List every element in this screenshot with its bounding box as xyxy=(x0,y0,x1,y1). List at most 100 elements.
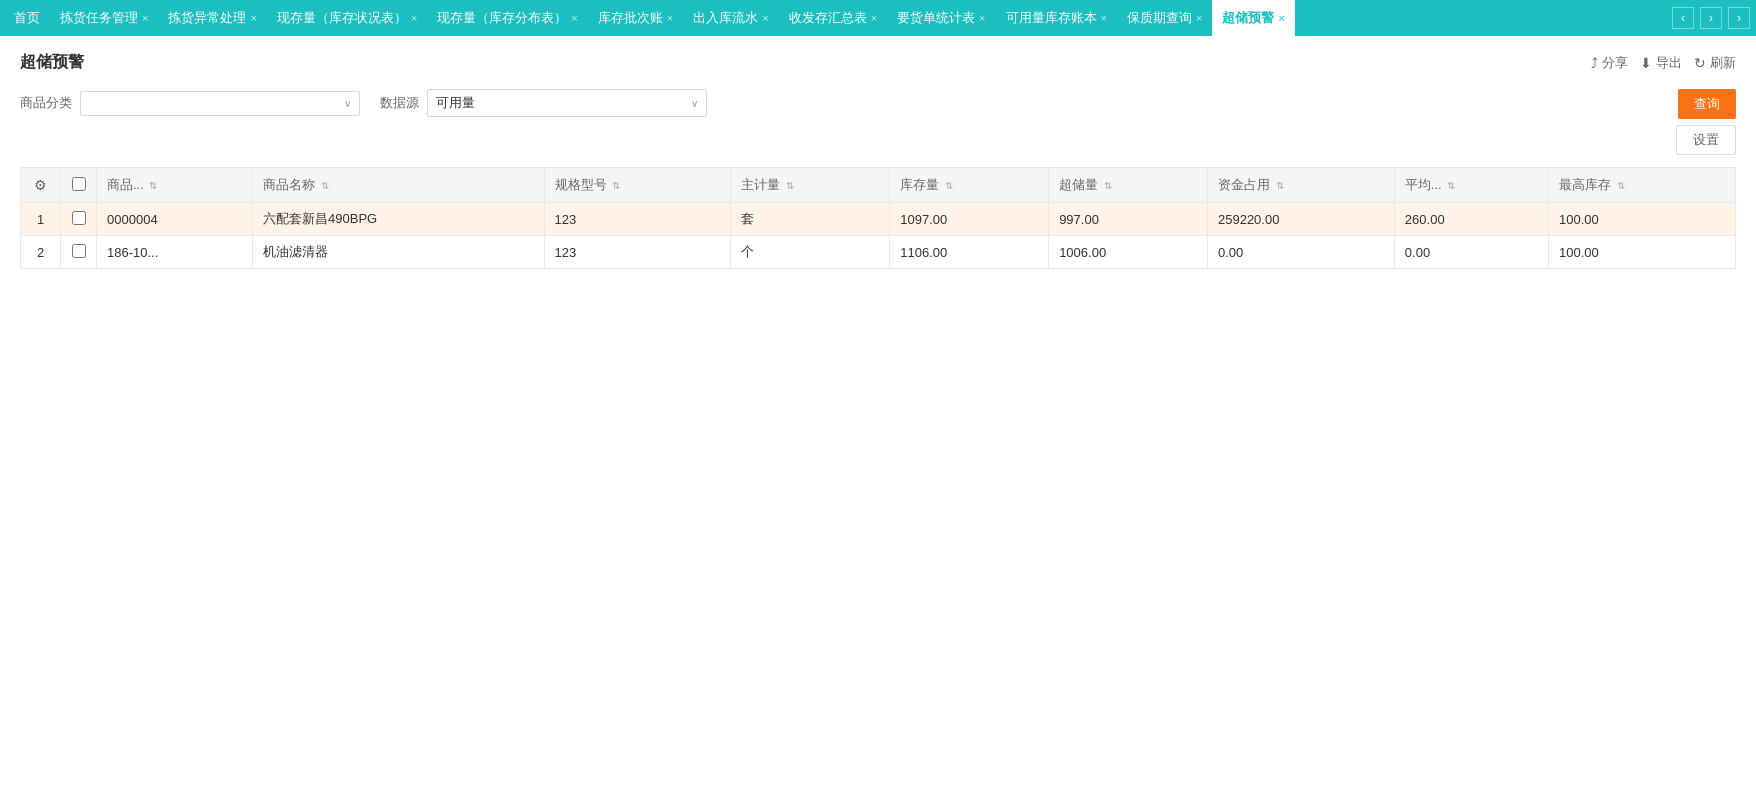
share-icon: ⤴ xyxy=(1591,55,1598,71)
th-product-name[interactable]: 商品名称 ⇅ xyxy=(253,168,545,203)
th-stock-label: 库存量 xyxy=(900,177,939,192)
close-tab-9[interactable]: × xyxy=(1101,12,1107,24)
cell-over-stock: 1006.00 xyxy=(1049,236,1208,269)
th-max-stock[interactable]: 最高库存 ⇅ xyxy=(1549,168,1736,203)
table-header: ⚙ 商品... ⇅ 商品名称 ⇅ 规格型号 ⇅ 主计量 xyxy=(21,168,1736,203)
close-tab-5[interactable]: × xyxy=(667,12,673,24)
th-spec-label: 规格型号 xyxy=(555,177,607,192)
th-settings[interactable]: ⚙ xyxy=(21,168,61,203)
th-avg[interactable]: 平均... ⇅ xyxy=(1394,168,1548,203)
cell-avg: 260.00 xyxy=(1394,203,1548,236)
sort-product-name-icon: ⇅ xyxy=(321,180,329,191)
row-checkbox-0[interactable] xyxy=(72,211,86,225)
share-button[interactable]: ⤴ 分享 xyxy=(1591,54,1628,72)
page-title: 超储预警 xyxy=(20,52,84,73)
nav-tab-10[interactable]: 保质期查询 × xyxy=(1117,0,1212,36)
sort-capital-icon: ⇅ xyxy=(1276,180,1284,191)
col-settings-icon[interactable]: ⚙ xyxy=(34,177,47,193)
cell-capital: 0.00 xyxy=(1207,236,1394,269)
nav-tab-5[interactable]: 库存批次账 × xyxy=(588,0,683,36)
refresh-button[interactable]: ↻ 刷新 xyxy=(1694,54,1736,72)
select-all-checkbox[interactable] xyxy=(72,177,86,191)
th-capital[interactable]: 资金占用 ⇅ xyxy=(1207,168,1394,203)
cell-max-stock: 100.00 xyxy=(1549,236,1736,269)
filter-left: 商品分类 ∨ 数据源 可用量 ∨ xyxy=(20,89,1676,117)
cell-stock: 1106.00 xyxy=(890,236,1049,269)
cell-over-stock: 997.00 xyxy=(1049,203,1208,236)
cell-product-code: 186-10... xyxy=(97,236,253,269)
nav-tab-active[interactable]: 超储预警 × xyxy=(1212,0,1294,36)
sort-stock-icon: ⇅ xyxy=(945,180,953,191)
nav-tab-6[interactable]: 出入库流水 × xyxy=(683,0,778,36)
category-label: 商品分类 xyxy=(20,94,72,112)
datasource-label: 数据源 xyxy=(380,94,419,112)
sort-product-code-icon: ⇅ xyxy=(149,180,157,191)
close-tab-7[interactable]: × xyxy=(871,12,877,24)
cell-product-name: 机油滤清器 xyxy=(253,236,545,269)
row-checkbox-1[interactable] xyxy=(72,244,86,258)
sort-over-stock-icon: ⇅ xyxy=(1104,180,1112,191)
close-tab-2[interactable]: × xyxy=(250,12,256,24)
datasource-select[interactable]: 可用量 ∨ xyxy=(427,89,707,117)
nav-tab-3[interactable]: 现存量（库存状况表） × xyxy=(267,0,427,36)
close-tab-6[interactable]: × xyxy=(762,12,768,24)
cell-unit: 个 xyxy=(731,236,890,269)
nav-tab-2[interactable]: 拣货异常处理 × xyxy=(158,0,266,36)
close-tab-active[interactable]: × xyxy=(1278,12,1284,24)
export-button[interactable]: ⬇ 导出 xyxy=(1640,54,1682,72)
table-row: 2 186-10... 机油滤清器 123 个 1106.00 1006.00 … xyxy=(21,236,1736,269)
top-navigation: 首页 拣货任务管理 × 拣货异常处理 × 现存量（库存状况表） × 现存量（库存… xyxy=(0,0,1756,36)
nav-tab-1[interactable]: 拣货任务管理 × xyxy=(50,0,158,36)
header-actions: ⤴ 分享 ⬇ 导出 ↻ 刷新 xyxy=(1591,54,1736,72)
sort-spec-icon: ⇅ xyxy=(612,180,620,191)
th-avg-label: 平均... xyxy=(1405,177,1442,192)
sort-max-stock-icon: ⇅ xyxy=(1617,180,1625,191)
nav-scroll-right[interactable]: › xyxy=(1700,7,1722,29)
close-tab-1[interactable]: × xyxy=(142,12,148,24)
cell-stock: 1097.00 xyxy=(890,203,1049,236)
cell-spec: 123 xyxy=(544,203,731,236)
filter-row: 商品分类 ∨ 数据源 可用量 ∨ 查询 设置 xyxy=(20,89,1736,155)
data-table: ⚙ 商品... ⇅ 商品名称 ⇅ 规格型号 ⇅ 主计量 xyxy=(20,167,1736,269)
cell-row-num: 1 xyxy=(21,203,61,236)
sort-avg-icon: ⇅ xyxy=(1447,180,1455,191)
filter-right: 查询 设置 xyxy=(1676,89,1736,155)
cell-product-name: 六配套新昌490BPG xyxy=(253,203,545,236)
settings-button[interactable]: 设置 xyxy=(1676,125,1736,155)
nav-tab-home[interactable]: 首页 xyxy=(4,0,50,36)
th-product-code-label: 商品... xyxy=(107,177,144,192)
th-unit[interactable]: 主计量 ⇅ xyxy=(731,168,890,203)
th-capital-label: 资金占用 xyxy=(1218,177,1270,192)
close-tab-3[interactable]: × xyxy=(411,12,417,24)
cell-capital: 259220.00 xyxy=(1207,203,1394,236)
refresh-icon: ↻ xyxy=(1694,55,1706,71)
nav-more-tabs[interactable]: › xyxy=(1728,7,1750,29)
th-stock[interactable]: 库存量 ⇅ xyxy=(890,168,1049,203)
th-product-code[interactable]: 商品... ⇅ xyxy=(97,168,253,203)
th-over-stock-label: 超储量 xyxy=(1059,177,1098,192)
export-icon: ⬇ xyxy=(1640,55,1652,71)
nav-tab-8[interactable]: 要货单统计表 × xyxy=(887,0,995,36)
th-checkbox[interactable] xyxy=(61,168,97,203)
nav-scroll-left[interactable]: ‹ xyxy=(1672,7,1694,29)
close-tab-10[interactable]: × xyxy=(1196,12,1202,24)
close-tab-4[interactable]: × xyxy=(571,12,577,24)
cell-spec: 123 xyxy=(544,236,731,269)
category-dropdown-icon: ∨ xyxy=(344,98,351,109)
datasource-filter: 数据源 可用量 ∨ xyxy=(380,89,707,117)
cell-checkbox[interactable] xyxy=(61,203,97,236)
close-tab-8[interactable]: × xyxy=(979,12,985,24)
table-body: 1 0000004 六配套新昌490BPG 123 套 1097.00 997.… xyxy=(21,203,1736,269)
category-select[interactable]: ∨ xyxy=(80,91,360,116)
th-over-stock[interactable]: 超储量 ⇅ xyxy=(1049,168,1208,203)
nav-tab-4[interactable]: 现存量（库存分布表） × xyxy=(427,0,587,36)
cell-unit: 套 xyxy=(731,203,890,236)
sort-unit-icon: ⇅ xyxy=(786,180,794,191)
query-button[interactable]: 查询 xyxy=(1678,89,1736,119)
nav-tab-7[interactable]: 收发存汇总表 × xyxy=(779,0,887,36)
cell-row-num: 2 xyxy=(21,236,61,269)
th-max-stock-label: 最高库存 xyxy=(1559,177,1611,192)
cell-checkbox[interactable] xyxy=(61,236,97,269)
th-spec[interactable]: 规格型号 ⇅ xyxy=(544,168,731,203)
nav-tab-9[interactable]: 可用量库存账本 × xyxy=(996,0,1117,36)
